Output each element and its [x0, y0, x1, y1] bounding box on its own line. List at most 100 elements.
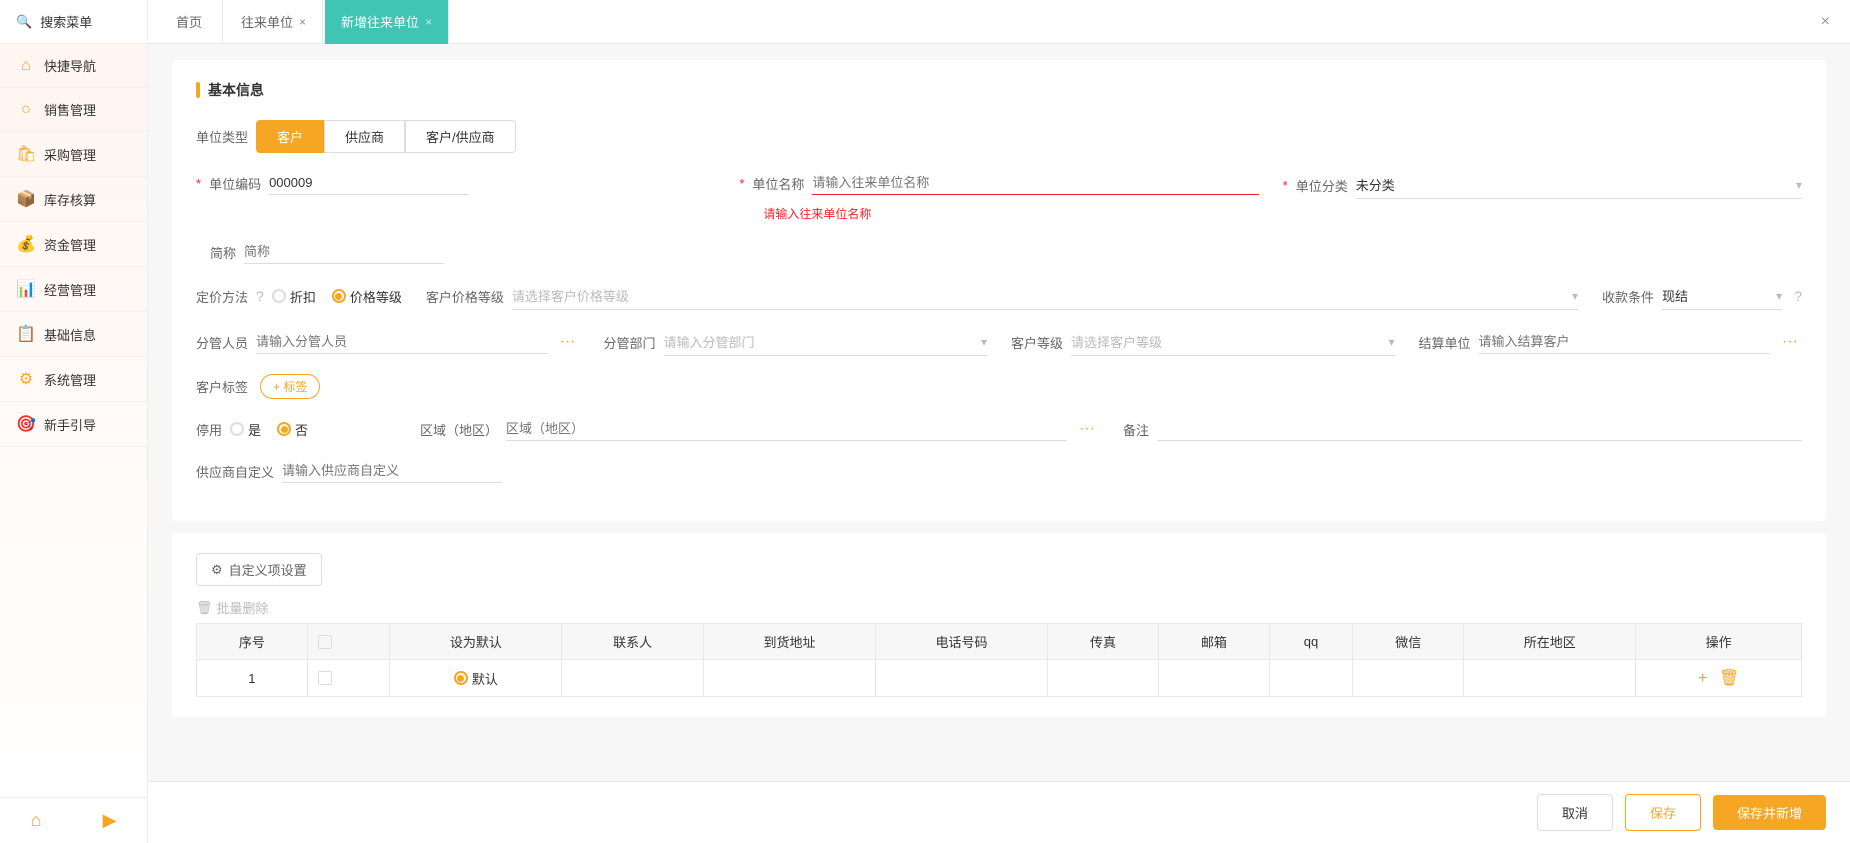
- batch-delete-icon: 🗑: [196, 600, 213, 616]
- region-dots[interactable]: ···: [1075, 420, 1099, 438]
- col-qq: qq: [1269, 624, 1353, 660]
- sidebar-item-quick-nav[interactable]: ⌂ 快捷导航: [0, 44, 147, 88]
- region-input[interactable]: [506, 417, 1067, 441]
- tag-label: 客户标签: [196, 377, 248, 396]
- tab-home[interactable]: 首页: [156, 0, 223, 44]
- tag-row: 客户标签 + 标签: [196, 374, 1802, 399]
- category-arrow: ▾: [1796, 178, 1802, 192]
- batch-delete-btn[interactable]: 🗑 批量删除: [196, 598, 1802, 617]
- cancel-button[interactable]: 取消: [1537, 794, 1613, 831]
- row-delete-btn[interactable]: 🗑: [1715, 668, 1743, 688]
- tab-counterparty-close[interactable]: ×: [299, 15, 306, 29]
- row-checkbox[interactable]: [318, 671, 332, 685]
- pricing-radio-discount[interactable]: 折扣: [272, 287, 316, 306]
- sidebar-expand-icon[interactable]: ▶: [103, 810, 117, 831]
- disabled-radio-no[interactable]: 否: [277, 420, 308, 439]
- code-name-row: * 单位编码 * 单位名称 请输入往来单位名称 * 单位分类: [196, 171, 1802, 222]
- sidebar-item-basics[interactable]: 📋 基础信息: [0, 312, 147, 357]
- manager-input[interactable]: [256, 330, 548, 354]
- pricing-radio-price-level[interactable]: 价格等级: [332, 287, 402, 306]
- customer-level-select[interactable]: 请选择客户等级 ▾: [1071, 328, 1394, 356]
- manager-dots[interactable]: ···: [556, 333, 580, 351]
- price-level-field: 客户价格等级 请选择客户价格等级 ▾: [426, 282, 1578, 310]
- table-row: 1 默认: [197, 660, 1802, 697]
- supplier-custom-field: 供应商自定义: [196, 459, 1802, 483]
- tab-new-counterparty[interactable]: 新增往来单位 ×: [325, 0, 449, 44]
- unit-btn-supplier[interactable]: 供应商: [324, 120, 405, 153]
- disabled-field: 停用 是 否: [196, 420, 396, 439]
- header-checkbox[interactable]: [318, 635, 332, 649]
- save-new-button[interactable]: 保存并新增: [1713, 795, 1826, 830]
- alias-input[interactable]: [244, 240, 444, 264]
- payment-label: 收款条件: [1602, 287, 1654, 306]
- window-close-btn[interactable]: ×: [1809, 13, 1842, 31]
- system-icon: ⚙: [16, 369, 36, 389]
- dept-select[interactable]: 请输入分管部门 ▾: [664, 328, 987, 356]
- code-label: 单位编码: [209, 174, 261, 193]
- sidebar-item-system[interactable]: ⚙ 系统管理: [0, 357, 147, 402]
- cell-contact: [562, 660, 703, 697]
- default-radio-outer: [454, 671, 468, 685]
- sidebar-item-finance[interactable]: 💰 资金管理: [0, 222, 147, 267]
- cell-email: [1158, 660, 1269, 697]
- tab-bar: 首页 往来单位 × 新增往来单位 × ×: [148, 0, 1850, 44]
- cell-checkbox: [307, 660, 390, 697]
- tab-counterparty[interactable]: 往来单位 ×: [225, 0, 323, 44]
- cell-seq: 1: [197, 660, 308, 697]
- name-input[interactable]: [812, 171, 1258, 195]
- price-level-arrow: ▾: [1572, 289, 1578, 303]
- disabled-radio-yes[interactable]: 是: [230, 420, 261, 439]
- table-card: ⚙ 自定义项设置 🗑 批量删除 序号 设为默认 联系人 到货地址 电话号码 传真: [172, 533, 1826, 717]
- disabled-label: 停用: [196, 420, 222, 439]
- radio-outer-no: [277, 422, 291, 436]
- col-email: 邮箱: [1158, 624, 1269, 660]
- radio-outer-yes: [230, 422, 244, 436]
- code-input[interactable]: [269, 171, 469, 195]
- category-select[interactable]: 未分类 ▾: [1356, 171, 1802, 199]
- col-wechat: 微信: [1353, 624, 1464, 660]
- dept-field: 分管部门 请输入分管部门 ▾: [604, 328, 988, 356]
- dept-label: 分管部门: [604, 333, 656, 352]
- tag-add-btn[interactable]: + 标签: [260, 374, 320, 399]
- sidebar-item-sales[interactable]: ○ 销售管理: [0, 88, 147, 132]
- custom-settings-btn[interactable]: ⚙ 自定义项设置: [196, 553, 322, 586]
- customer-level-field: 客户等级 请选择客户等级 ▾: [1011, 328, 1395, 356]
- col-region: 所在地区: [1464, 624, 1636, 660]
- col-action: 操作: [1636, 624, 1802, 660]
- manager-row: 分管人员 ··· 分管部门 请输入分管部门 ▾ 客户等级 请选择客户等级 ▾: [196, 328, 1802, 356]
- contacts-table: 序号 设为默认 联系人 到货地址 电话号码 传真 邮箱 qq 微信 所在地区 操…: [196, 623, 1802, 697]
- name-label: 单位名称: [752, 174, 804, 193]
- unit-btn-customer[interactable]: 客户: [256, 120, 324, 153]
- payment-help-icon[interactable]: ?: [1794, 288, 1802, 304]
- settings-icon: ⚙: [211, 562, 223, 578]
- sidebar-item-operations[interactable]: 📊 经营管理: [0, 267, 147, 312]
- required-star: *: [196, 176, 201, 191]
- unit-btn-both[interactable]: 客户/供应商: [405, 120, 516, 153]
- settlement-input[interactable]: [1479, 330, 1771, 354]
- newbie-icon: 🎯: [16, 414, 36, 434]
- basic-info-card: 基本信息 单位类型 客户 供应商 客户/供应商 * 单位编码: [172, 60, 1826, 521]
- settlement-dots[interactable]: ···: [1778, 333, 1802, 351]
- sidebar-item-search[interactable]: 🔍 搜索菜单: [0, 0, 147, 44]
- sidebar-item-newbie[interactable]: 🎯 新手引导: [0, 402, 147, 447]
- row-add-btn[interactable]: +: [1694, 670, 1711, 688]
- pricing-help-icon[interactable]: ?: [256, 288, 264, 304]
- supplier-custom-input[interactable]: [282, 459, 502, 483]
- price-level-label: 客户价格等级: [426, 287, 504, 306]
- save-button[interactable]: 保存: [1625, 794, 1701, 831]
- region-field: 区域（地区） ···: [420, 417, 1099, 441]
- sidebar-item-purchase[interactable]: 🛍 采购管理: [0, 132, 147, 177]
- category-label: 单位分类: [1296, 176, 1348, 195]
- content-area: 基本信息 单位类型 客户 供应商 客户/供应商 * 单位编码: [148, 44, 1850, 781]
- required-star2: *: [739, 176, 744, 191]
- sidebar-item-inventory[interactable]: 📦 库存核算: [0, 177, 147, 222]
- radio-outer-price-level: [332, 289, 346, 303]
- pricing-field: 定价方法 ? 折扣 价格等级: [196, 287, 402, 306]
- default-radio[interactable]: 默认: [400, 669, 551, 688]
- sidebar-home-icon[interactable]: ⌂: [31, 810, 42, 831]
- payment-select[interactable]: 现结 ▾: [1662, 282, 1782, 310]
- tab-new-counterparty-close[interactable]: ×: [425, 15, 432, 29]
- price-level-select[interactable]: 请选择客户价格等级 ▾: [512, 282, 1578, 310]
- tag-field: 客户标签 + 标签: [196, 374, 396, 399]
- remark-input[interactable]: [1157, 417, 1802, 441]
